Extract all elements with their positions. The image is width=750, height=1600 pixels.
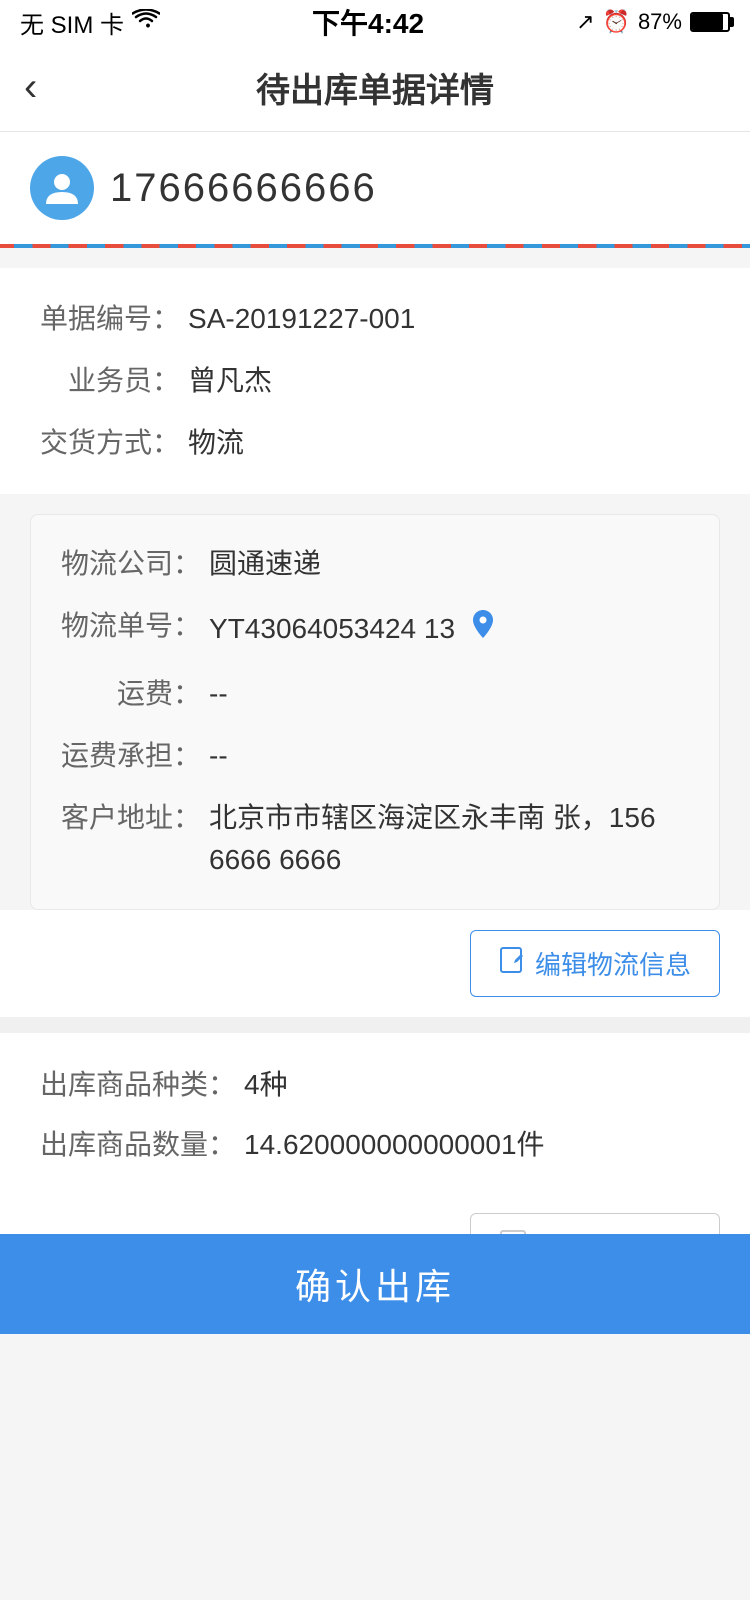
goods-quantity-label: 出库商品数量： xyxy=(40,1123,236,1163)
freight-bearer-row: 运费承担： -- xyxy=(61,735,689,777)
delivery-label: 交货方式： xyxy=(40,422,180,464)
goods-section: 出库商品种类： 4种 出库商品数量： 14.620000000000001件 xyxy=(0,1033,750,1193)
customer-avatar xyxy=(30,156,94,220)
delivery-row: 交货方式： 物流 xyxy=(40,422,710,464)
goods-quantity-value: 14.620000000000001件 xyxy=(244,1123,545,1163)
battery-percentage: 87% xyxy=(638,9,682,35)
order-no-row: 单据编号： SA-20191227-001 xyxy=(40,298,710,340)
freight-row: 运费： -- xyxy=(61,673,689,715)
confirm-button[interactable]: 确认出库 xyxy=(0,1234,750,1334)
status-bar: 无 SIM 卡 下午4:42 ↗ ⏰ 87% xyxy=(0,0,750,44)
logistics-company-value: 圆通速递 xyxy=(209,543,689,585)
customer-header: 17666666666 xyxy=(0,132,750,248)
freight-bearer-value: -- xyxy=(209,735,689,777)
salesman-value: 曾凡杰 xyxy=(188,360,710,402)
logistics-tracking-row: 物流单号： YT43064053424 13 xyxy=(61,605,689,653)
back-button[interactable]: ‹ xyxy=(24,65,37,110)
edit-icon xyxy=(499,946,527,981)
status-time: 下午4:42 xyxy=(312,2,424,42)
content: 17666666666 单据编号： SA-20191227-001 业务员： 曾… xyxy=(0,132,750,1600)
customer-phone: 17666666666 xyxy=(110,166,377,211)
logistics-card: 物流公司： 圆通速递 物流单号： YT43064053424 13 运费： --… xyxy=(30,514,720,910)
status-left: 无 SIM 卡 xyxy=(20,5,160,40)
goods-quantity-row: 出库商品数量： 14.620000000000001件 xyxy=(40,1123,710,1163)
delivery-value: 物流 xyxy=(188,422,710,464)
confirm-btn-container: 确认出库 xyxy=(0,1234,750,1334)
goods-types-row: 出库商品种类： 4种 xyxy=(40,1063,710,1103)
order-no-label: 单据编号： xyxy=(40,298,180,340)
freight-label: 运费： xyxy=(61,673,201,715)
goods-types-value: 4种 xyxy=(244,1063,288,1103)
edit-btn-label: 编辑物流信息 xyxy=(535,945,691,982)
address-row: 客户地址： 北京市市辖区海淀区永丰南 张，156 6666 6666 xyxy=(61,797,689,881)
salesman-row: 业务员： 曾凡杰 xyxy=(40,360,710,402)
logistics-tracking-label: 物流单号： xyxy=(61,605,201,647)
page-title: 待出库单据详情 xyxy=(256,63,494,112)
freight-value: -- xyxy=(209,673,689,715)
salesman-label: 业务员： xyxy=(40,360,180,402)
logistics-company-row: 物流公司： 圆通速递 xyxy=(61,543,689,585)
tracking-location-icon[interactable] xyxy=(467,605,499,653)
freight-bearer-label: 运费承担： xyxy=(61,735,201,777)
edit-btn-row: 编辑物流信息 xyxy=(0,910,750,1017)
status-right: ↗ ⏰ 87% xyxy=(576,9,730,35)
goods-types-label: 出库商品种类： xyxy=(40,1063,236,1103)
edit-logistics-button[interactable]: 编辑物流信息 xyxy=(470,930,720,997)
carrier-label: 无 SIM 卡 xyxy=(20,5,124,40)
section-divider xyxy=(0,1017,750,1033)
user-icon xyxy=(42,168,82,208)
alarm-icon: ⏰ xyxy=(603,9,630,35)
location-status-icon: ↗ xyxy=(576,9,594,35)
battery-icon xyxy=(690,12,730,32)
address-value: 北京市市辖区海淀区永丰南 张，156 6666 6666 xyxy=(209,797,689,881)
address-label: 客户地址： xyxy=(61,797,201,839)
nav-bar: ‹ 待出库单据详情 xyxy=(0,44,750,132)
order-info-section: 单据编号： SA-20191227-001 业务员： 曾凡杰 交货方式： 物流 xyxy=(0,268,750,494)
order-no-value: SA-20191227-001 xyxy=(188,298,710,340)
logistics-company-label: 物流公司： xyxy=(61,543,201,585)
logistics-tracking-value: YT43064053424 13 xyxy=(209,605,689,653)
wifi-icon xyxy=(132,8,160,36)
